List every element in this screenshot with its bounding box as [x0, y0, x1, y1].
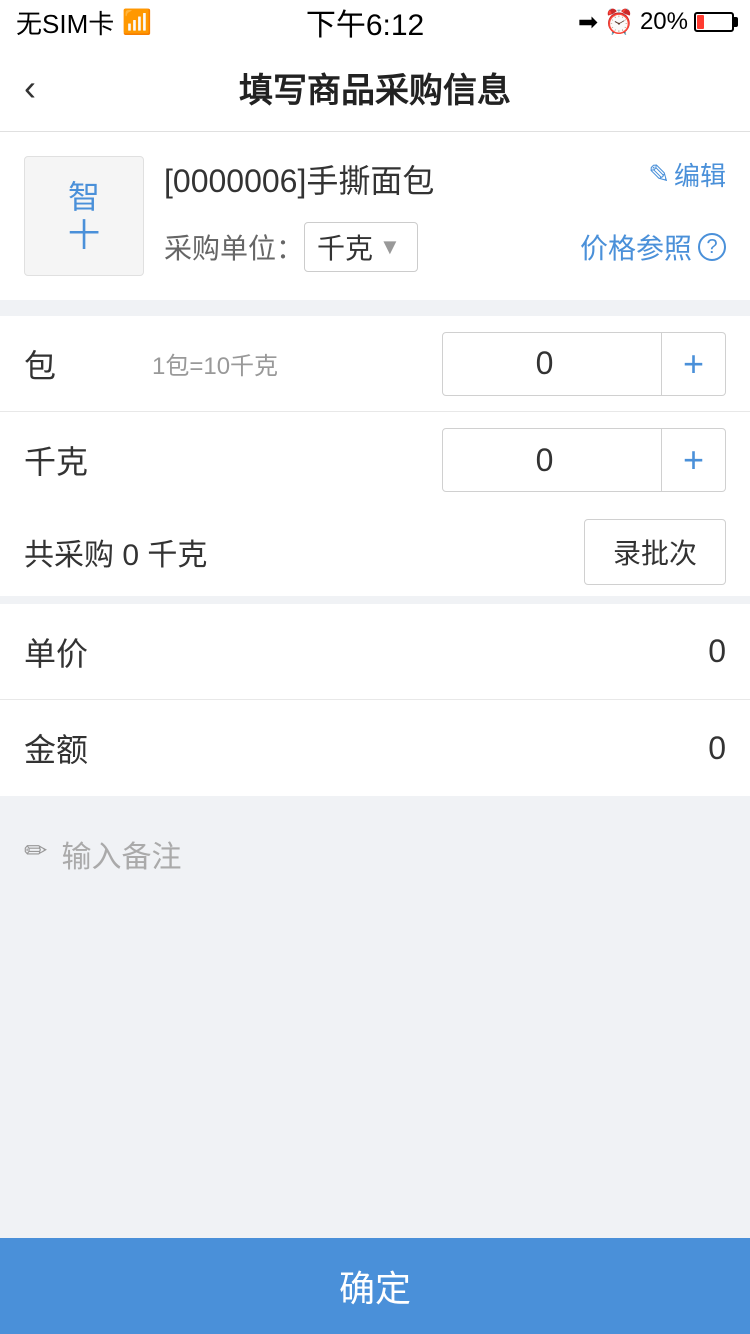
- divider-top: [0, 308, 750, 316]
- carrier-label: 无SIM卡: [16, 4, 114, 41]
- confirm-label: 确定: [339, 1260, 411, 1312]
- pack-section: 包 1包=10千克 +: [0, 316, 750, 412]
- unit-select[interactable]: 千克 ▼: [304, 222, 418, 272]
- product-logo: 智 十: [68, 178, 100, 255]
- amount-row: 金额 0: [0, 700, 750, 796]
- battery-pct: 20%: [640, 8, 688, 36]
- unit-price-value: 0: [708, 633, 726, 670]
- batch-button[interactable]: 录批次: [584, 519, 726, 585]
- pack-input[interactable]: [442, 332, 662, 396]
- product-header: [0000006]手撕面包 ✎ 编辑: [164, 156, 726, 202]
- status-bar: 无SIM卡 📶 下午6:12 ➡ ⏰ 20%: [0, 0, 750, 44]
- unit-arrow-icon: ▼: [379, 234, 401, 260]
- price-ref-info-icon: ?: [698, 233, 726, 261]
- remark-placeholder: 输入备注: [61, 832, 181, 876]
- kg-section: 千克 +: [0, 412, 750, 508]
- kg-number-box: +: [442, 428, 726, 492]
- pack-label: 包: [24, 341, 144, 387]
- status-left: 无SIM卡 📶: [16, 4, 152, 41]
- status-right: ➡ ⏰ 20%: [578, 8, 734, 37]
- edit-label: 编辑: [674, 156, 726, 193]
- edit-icon: ✎: [648, 159, 670, 190]
- amount-value: 0: [708, 730, 726, 767]
- summary-row: 共采购 0 千克 录批次: [0, 508, 750, 604]
- product-card: 智 十 [0000006]手撕面包 ✎ 编辑 采购单位： 千克 ▼ 价格参照 ?: [0, 132, 750, 308]
- pack-sublabel: 1包=10千克: [152, 346, 278, 381]
- price-ref-button[interactable]: 价格参照 ?: [580, 227, 726, 267]
- confirm-bar[interactable]: 确定: [0, 1238, 750, 1334]
- battery-icon: [694, 12, 734, 32]
- price-amount-section: 单价 0 金额 0: [0, 604, 750, 804]
- nav-bar: ‹ 填写商品采购信息: [0, 44, 750, 132]
- summary-total: 共采购 0 千克: [24, 530, 584, 574]
- kg-label: 千克: [24, 437, 144, 483]
- status-time: 下午6:12: [306, 0, 424, 44]
- alarm-icon: ⏰: [604, 8, 634, 37]
- product-name: [0000006]手撕面包: [164, 156, 434, 202]
- unit-price-row: 单价 0: [0, 604, 750, 700]
- amount-label: 金额: [24, 725, 708, 771]
- unit-selector-group: 采购单位： 千克 ▼: [164, 222, 418, 272]
- unit-price-label: 单价: [24, 629, 708, 675]
- product-image: 智 十: [24, 156, 144, 276]
- pack-plus-button[interactable]: +: [662, 332, 726, 396]
- edit-button[interactable]: ✎ 编辑: [648, 156, 726, 193]
- remark-pencil-icon: ✏: [24, 834, 47, 867]
- pack-number-box: +: [442, 332, 726, 396]
- price-ref-label: 价格参照: [580, 227, 692, 267]
- product-info: [0000006]手撕面包 ✎ 编辑 采购单位： 千克 ▼ 价格参照 ?: [164, 156, 726, 272]
- remark-row[interactable]: ✏ 输入备注: [0, 804, 750, 904]
- location-icon: ➡: [578, 8, 598, 37]
- bottom-space: [0, 904, 750, 1104]
- unit-label: 采购单位：: [164, 227, 304, 267]
- back-button[interactable]: ‹: [24, 70, 36, 106]
- unit-value: 千克: [317, 227, 373, 267]
- product-unit-row: 采购单位： 千克 ▼ 价格参照 ?: [164, 222, 726, 272]
- kg-input-row: 千克 +: [0, 412, 750, 508]
- page-title: 填写商品采购信息: [239, 63, 511, 112]
- wifi-icon: 📶: [122, 8, 152, 37]
- pack-input-row: 包 1包=10千克 +: [0, 316, 750, 412]
- kg-input[interactable]: [442, 428, 662, 492]
- kg-plus-button[interactable]: +: [662, 428, 726, 492]
